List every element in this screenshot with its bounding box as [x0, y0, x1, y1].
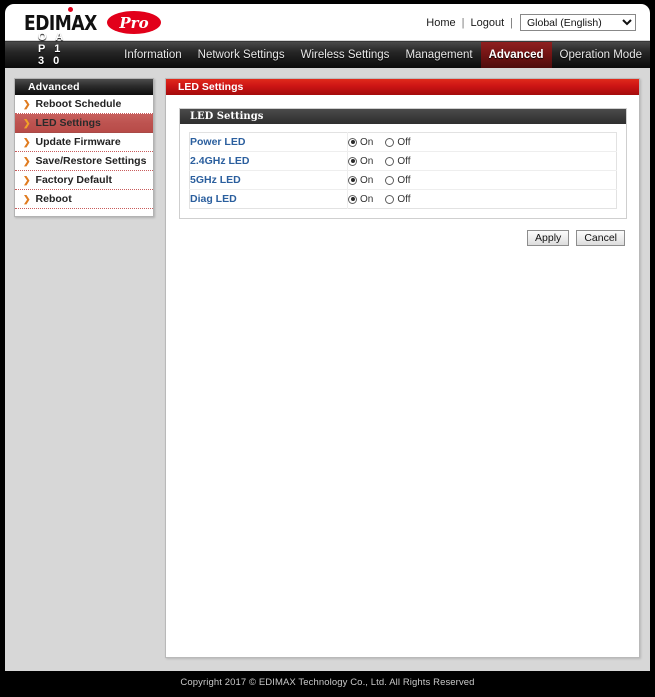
- footer-bar: Copyright 2017 © EDIMAX Technology Co., …: [5, 671, 650, 693]
- led-settings-table: Power LED On Off 2.4GHz LED On Off 5GHz …: [189, 132, 617, 209]
- radio-label: Off: [397, 155, 411, 167]
- home-link[interactable]: Home: [422, 17, 459, 29]
- radio-group-24ghz-led: On Off: [348, 156, 616, 167]
- nav-item-information[interactable]: Information: [116, 42, 190, 68]
- page-title: LED Settings: [166, 79, 639, 95]
- radio-label: Off: [397, 136, 411, 148]
- nav-item-management[interactable]: Management: [397, 42, 480, 68]
- sidebar-item-led-settings[interactable]: ❯ LED Settings: [15, 114, 153, 133]
- sidebar-item-update-firmware[interactable]: ❯ Update Firmware: [15, 133, 153, 152]
- logo-pro-badge: Pro: [107, 11, 161, 34]
- radio-power-led-on[interactable]: On: [348, 137, 373, 148]
- led-settings-panel: LED Settings Power LED On Off 2.4GHz LED…: [179, 108, 627, 219]
- cancel-button[interactable]: Cancel: [576, 230, 625, 246]
- table-row: 5GHz LED On Off: [189, 170, 617, 190]
- logout-link[interactable]: Logout: [466, 17, 508, 29]
- header-separator-2: |: [510, 16, 513, 29]
- sidebar-item-label: Update Firmware: [35, 136, 121, 148]
- table-row: Diag LED On Off: [189, 189, 617, 209]
- radio-label: On: [360, 193, 374, 205]
- sidebar-item-reboot-schedule[interactable]: ❯ Reboot Schedule: [15, 95, 153, 114]
- sidebar-title: Advanced: [15, 79, 153, 95]
- radio-dot-icon: [348, 156, 357, 166]
- sidebar-item-save-restore-settings[interactable]: ❯ Save/Restore Settings: [15, 152, 153, 171]
- header-links: Home | Logout | Global (English): [422, 14, 636, 31]
- radio-label: On: [360, 136, 374, 148]
- radio-group-diag-led: On Off: [348, 194, 616, 205]
- sidebar-item-label: Reboot Schedule: [35, 98, 122, 110]
- nav-item-operation-mode[interactable]: Operation Mode: [552, 42, 650, 68]
- action-buttons: Apply Cancel: [166, 230, 625, 246]
- device-model-label: O A P 1 3 0 0: [38, 31, 64, 79]
- sidebar-list: ❯ Reboot Schedule ❯ LED Settings ❯ Updat…: [15, 95, 153, 209]
- radio-dot-icon: [348, 194, 357, 204]
- sidebar-item-label: Factory Default: [35, 174, 112, 186]
- radio-label: Off: [397, 193, 411, 205]
- radio-label: Off: [397, 174, 411, 186]
- chevron-right-icon: ❯: [23, 174, 31, 185]
- sidebar-item-label: Reboot: [35, 193, 72, 205]
- radio-dot-icon: [348, 175, 357, 185]
- panel-body: Power LED On Off 2.4GHz LED On Off 5GHz …: [180, 124, 626, 218]
- row-value-power-led: On Off: [347, 132, 617, 152]
- radio-group-power-led: On Off: [348, 137, 616, 148]
- radio-label: On: [360, 174, 374, 186]
- radio-dot-icon: [348, 137, 357, 147]
- body-region: Advanced ❯ Reboot Schedule ❯ LED Setting…: [5, 68, 650, 671]
- chevron-right-icon: ❯: [23, 117, 31, 128]
- radio-dot-icon: [385, 156, 395, 166]
- sidebar-item-reboot[interactable]: ❯ Reboot: [15, 190, 153, 209]
- radio-dot-icon: [385, 175, 395, 185]
- table-row: 2.4GHz LED On Off: [189, 151, 617, 171]
- header-separator-1: |: [461, 16, 465, 29]
- chevron-right-icon: ❯: [23, 193, 31, 204]
- radio-power-led-off[interactable]: Off: [385, 136, 411, 148]
- row-value-24ghz-led: On Off: [347, 151, 617, 171]
- row-label-diag-led[interactable]: Diag LED: [189, 189, 348, 209]
- content-panel: LED Settings LED Settings Power LED On O…: [165, 78, 640, 658]
- sidebar-item-label: LED Settings: [35, 117, 101, 129]
- panel-title: LED Settings: [180, 109, 626, 124]
- nav-item-advanced[interactable]: Advanced: [480, 42, 552, 68]
- sidebar-spacer: [15, 209, 153, 216]
- row-label-5ghz-led[interactable]: 5GHz LED: [189, 170, 348, 190]
- logo-dot-icon: [68, 7, 73, 12]
- chevron-right-icon: ❯: [23, 98, 31, 109]
- sidebar-item-label: Save/Restore Settings: [35, 155, 147, 167]
- table-row: Power LED On Off: [189, 132, 617, 152]
- radio-diag-led-off[interactable]: Off: [385, 193, 411, 205]
- apply-button[interactable]: Apply: [527, 230, 570, 246]
- radio-24ghz-led-on[interactable]: On: [348, 156, 373, 167]
- browser-page: EDIMAX Pro Home | Logout | Global (Engli…: [0, 0, 655, 697]
- language-select[interactable]: Global (English): [520, 14, 636, 31]
- sidebar-item-factory-default[interactable]: ❯ Factory Default: [15, 171, 153, 190]
- nav-item-wireless-settings[interactable]: Wireless Settings: [293, 42, 398, 68]
- main-navigation: O A P 1 3 0 0 Information Network Settin…: [5, 31, 650, 79]
- radio-label: On: [360, 155, 374, 167]
- radio-diag-led-on[interactable]: On: [348, 194, 373, 205]
- copyright-text: Copyright 2017 © EDIMAX Technology Co., …: [180, 676, 475, 688]
- radio-group-5ghz-led: On Off: [348, 175, 616, 186]
- chevron-right-icon: ❯: [23, 155, 31, 166]
- sidebar: Advanced ❯ Reboot Schedule ❯ LED Setting…: [14, 78, 154, 217]
- nav-item-network-settings[interactable]: Network Settings: [190, 42, 293, 68]
- radio-dot-icon: [385, 137, 395, 147]
- row-label-power-led[interactable]: Power LED: [189, 132, 348, 152]
- nav-items: Information Network Settings Wireless Se…: [116, 42, 650, 68]
- logo-wordmark: EDIMAX: [24, 11, 97, 35]
- radio-5ghz-led-on[interactable]: On: [348, 175, 373, 186]
- chevron-right-icon: ❯: [23, 136, 31, 147]
- header-bar: EDIMAX Pro Home | Logout | Global (Engli…: [5, 4, 650, 41]
- row-value-diag-led: On Off: [348, 190, 617, 209]
- radio-5ghz-led-off[interactable]: Off: [385, 174, 411, 186]
- radio-dot-icon: [385, 194, 395, 204]
- radio-24ghz-led-off[interactable]: Off: [385, 155, 411, 167]
- row-value-5ghz-led: On Off: [347, 170, 617, 190]
- row-label-24ghz-led[interactable]: 2.4GHz LED: [189, 151, 348, 171]
